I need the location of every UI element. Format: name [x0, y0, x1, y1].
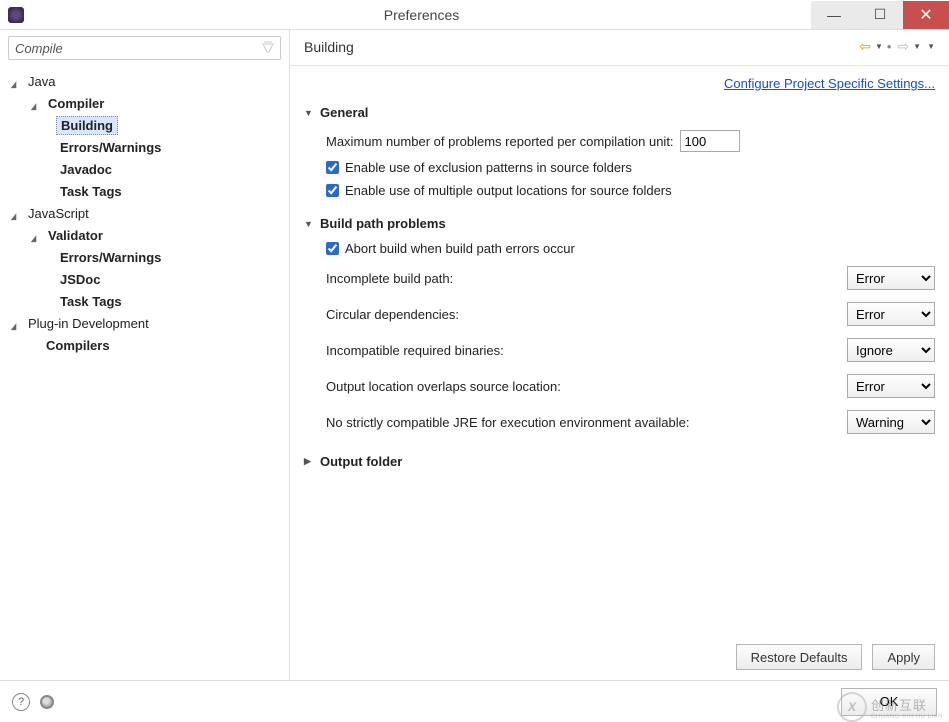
- chevron-right-icon: ▶: [304, 456, 316, 467]
- tree-node-javadoc[interactable]: Javadoc: [0, 158, 289, 180]
- watermark-subtext: CHUANG XIN HU LIAN: [871, 714, 943, 720]
- section-output-title: Output folder: [320, 454, 402, 469]
- back-menu-icon[interactable]: ▼: [875, 42, 883, 51]
- page-buttons: Restore Defaults Apply: [290, 634, 949, 680]
- section-buildpath-header[interactable]: ▼ Build path problems: [304, 212, 935, 237]
- project-settings-link-wrap: Configure Project Specific Settings...: [304, 76, 935, 101]
- nojre-select[interactable]: Warning: [847, 410, 935, 434]
- abort-checkbox[interactable]: [326, 242, 339, 255]
- maximize-button[interactable]: ☐: [857, 1, 903, 29]
- project-settings-link[interactable]: Configure Project Specific Settings...: [724, 76, 935, 91]
- section-output-header[interactable]: ▶ Output folder: [304, 450, 935, 475]
- tree-node-javascript[interactable]: JavaScript: [0, 202, 289, 224]
- tree-node-task-tags[interactable]: Task Tags: [0, 180, 289, 202]
- overlap-select[interactable]: Error: [847, 374, 935, 398]
- circular-row: Circular dependencies: Error: [326, 296, 935, 332]
- circular-label: Circular dependencies:: [326, 307, 847, 322]
- view-menu-icon[interactable]: ▼: [927, 42, 935, 51]
- help-icon[interactable]: ?: [12, 693, 30, 711]
- title-bar: Preferences — ☐ ✕: [0, 0, 949, 30]
- clear-filter-icon[interactable]: [261, 40, 275, 54]
- help-area: ?: [12, 693, 54, 711]
- dialog-button-bar: ? OK: [0, 680, 949, 722]
- tree-node-building[interactable]: Building: [0, 114, 289, 136]
- section-general-title: General: [320, 105, 368, 120]
- nojre-label: No strictly compatible JRE for execution…: [326, 415, 847, 430]
- incomplete-label: Incomplete build path:: [326, 271, 847, 286]
- section-general-header[interactable]: ▼ General: [304, 101, 935, 126]
- page-title: Building: [304, 39, 857, 55]
- multi-output-row: Enable use of multiple output locations …: [326, 179, 935, 202]
- overlap-label: Output location overlaps source location…: [326, 379, 847, 394]
- forward-menu-icon[interactable]: ▼: [913, 42, 921, 51]
- window-controls: — ☐ ✕: [811, 1, 949, 29]
- tree-node-js-task-tags[interactable]: Task Tags: [0, 290, 289, 312]
- section-buildpath-title: Build path problems: [320, 216, 446, 231]
- nav-history: ⇦▼ • ⇨▼ ▼: [857, 38, 935, 55]
- minimize-button[interactable]: —: [811, 1, 857, 29]
- tree-node-jsdoc[interactable]: JSDoc: [0, 268, 289, 290]
- chevron-down-icon: ▼: [304, 108, 316, 118]
- exclusion-label: Enable use of exclusion patterns in sour…: [345, 160, 632, 175]
- oomph-icon[interactable]: [40, 695, 54, 709]
- max-problems-row: Maximum number of problems reported per …: [326, 126, 935, 156]
- tree-node-compilers[interactable]: Compilers: [0, 334, 289, 356]
- circular-select[interactable]: Error: [847, 302, 935, 326]
- sidebar: Java Compiler Building Errors/Warnings J…: [0, 30, 290, 680]
- app-icon: [8, 7, 24, 23]
- multi-output-label: Enable use of multiple output locations …: [345, 183, 672, 198]
- content-body: Configure Project Specific Settings... ▼…: [290, 66, 949, 634]
- max-problems-label: Maximum number of problems reported per …: [326, 134, 674, 149]
- chevron-down-icon: ▼: [304, 219, 316, 229]
- main-area: Java Compiler Building Errors/Warnings J…: [0, 30, 949, 680]
- window-title: Preferences: [32, 7, 811, 23]
- incompatible-select[interactable]: Ignore: [847, 338, 935, 362]
- overlap-row: Output location overlaps source location…: [326, 368, 935, 404]
- incomplete-row: Incomplete build path: Error: [326, 260, 935, 296]
- tree-node-java[interactable]: Java: [0, 70, 289, 92]
- exclusion-checkbox[interactable]: [326, 161, 339, 174]
- watermark: X 创新互联 CHUANG XIN HU LIAN: [837, 692, 943, 722]
- abort-label: Abort build when build path errors occur: [345, 241, 575, 256]
- incompatible-row: Incompatible required binaries: Ignore: [326, 332, 935, 368]
- preference-tree[interactable]: Java Compiler Building Errors/Warnings J…: [0, 66, 289, 680]
- apply-button[interactable]: Apply: [872, 644, 935, 670]
- watermark-logo-icon: X: [837, 692, 867, 722]
- multi-output-checkbox[interactable]: [326, 184, 339, 197]
- tree-node-errors-warnings[interactable]: Errors/Warnings: [0, 136, 289, 158]
- restore-defaults-button[interactable]: Restore Defaults: [736, 644, 863, 670]
- filter-wrap: [0, 30, 289, 66]
- tree-node-compiler[interactable]: Compiler: [0, 92, 289, 114]
- watermark-text: 创新互联: [871, 698, 927, 713]
- exclusion-row: Enable use of exclusion patterns in sour…: [326, 156, 935, 179]
- max-problems-input[interactable]: [680, 130, 740, 152]
- tree-node-plugin-dev[interactable]: Plug-in Development: [0, 312, 289, 334]
- back-icon[interactable]: ⇦: [857, 38, 873, 55]
- nojre-row: No strictly compatible JRE for execution…: [326, 404, 935, 440]
- abort-row: Abort build when build path errors occur: [326, 237, 935, 260]
- section-general-body: Maximum number of problems reported per …: [304, 126, 935, 212]
- incompatible-label: Incompatible required binaries:: [326, 343, 847, 358]
- content-pane: Building ⇦▼ • ⇨▼ ▼ Configure Project Spe…: [290, 30, 949, 680]
- tree-node-js-errors-warnings[interactable]: Errors/Warnings: [0, 246, 289, 268]
- section-buildpath-body: Abort build when build path errors occur…: [304, 237, 935, 450]
- forward-icon[interactable]: ⇨: [895, 38, 911, 55]
- filter-input[interactable]: [8, 36, 281, 60]
- incomplete-select[interactable]: Error: [847, 266, 935, 290]
- tree-node-validator[interactable]: Validator: [0, 224, 289, 246]
- close-button[interactable]: ✕: [903, 1, 949, 29]
- nav-sep: •: [885, 39, 894, 54]
- content-header: Building ⇦▼ • ⇨▼ ▼: [290, 30, 949, 66]
